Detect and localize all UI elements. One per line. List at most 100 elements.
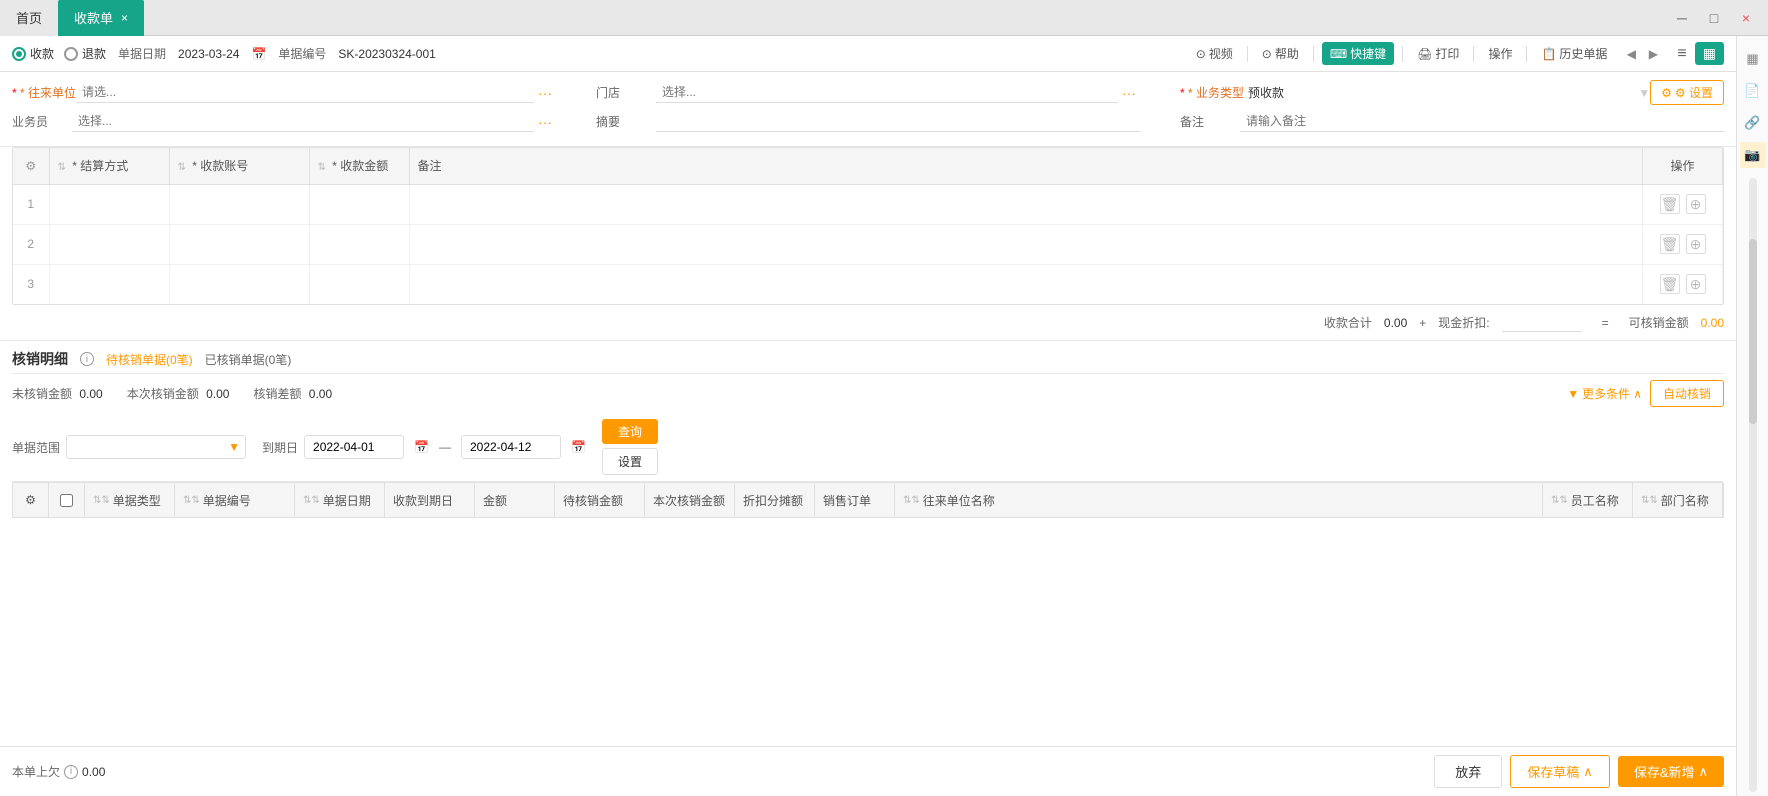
action-btn[interactable]: 操作 [1482, 43, 1518, 64]
table-settings-col[interactable]: ⚙ [13, 148, 49, 184]
col1-label: * 结算方式 [72, 159, 128, 173]
row-3-col3[interactable] [309, 264, 409, 304]
filter-icon: ▼ [1567, 387, 1579, 401]
form-view-btn[interactable]: ▦ [1695, 42, 1724, 65]
save-draft-btn[interactable]: 保存草稿 ∧ [1510, 755, 1610, 788]
col-dept-sort[interactable]: ⇅ [1649, 495, 1657, 506]
query-btn[interactable]: 查询 [602, 419, 658, 444]
save-new-label: 保存&新增 [1634, 762, 1695, 781]
row-1-col2[interactable] [169, 184, 309, 224]
due-date-to-calendar-icon[interactable]: 📅 [571, 440, 586, 454]
rp-photo-icon[interactable]: 📷 [1740, 142, 1766, 168]
summary-input[interactable] [656, 111, 1140, 132]
col-counterparty-sort[interactable]: ⇅ [911, 495, 919, 506]
staff-input[interactable] [72, 111, 534, 132]
filter-settings-btn[interactable]: 设置 [602, 448, 658, 475]
table-row: 1 🗑 ⊕ [13, 184, 1723, 224]
row-2-col2[interactable] [169, 224, 309, 264]
row-1-col1[interactable] [49, 184, 169, 224]
tab-active[interactable]: 收款单 × [58, 0, 144, 36]
row-1-delete-icon[interactable]: 🗑 [1660, 194, 1680, 214]
tab-home[interactable]: 首页 [0, 0, 58, 36]
row-2-col4[interactable] [409, 224, 1643, 264]
rp-table-icon[interactable]: ▦ [1740, 46, 1766, 72]
bottom-info-icon[interactable]: i [64, 765, 78, 779]
table-col1-header: ⇅ * 结算方式 [49, 148, 169, 184]
row-3-delete-icon[interactable]: 🗑 [1660, 274, 1680, 294]
rp-link-icon[interactable]: 🔗 [1740, 110, 1766, 136]
radio-refund[interactable]: 退款 [64, 45, 106, 62]
more-conditions-label: 更多条件 [1582, 385, 1630, 402]
col3-sort-icon[interactable]: ⇅ [318, 162, 326, 173]
help-btn[interactable]: ⊙ 帮助 [1256, 43, 1305, 64]
business-type-dropdown-icon[interactable]: ▼ [1638, 86, 1650, 100]
tab-close-btn[interactable]: × [121, 11, 128, 25]
col-staff-sort[interactable]: ⇅ [1559, 495, 1567, 506]
row-2-col1[interactable] [49, 224, 169, 264]
table-row: 3 🗑 ⊕ [13, 264, 1723, 304]
bt-col-doc-date-label: 单据日期 [323, 492, 371, 509]
store-input[interactable] [656, 82, 1118, 103]
store-more-btn[interactable]: ··· [1118, 85, 1140, 101]
row-3-col1[interactable] [49, 264, 169, 304]
row-3-copy-icon[interactable]: ⊕ [1686, 274, 1706, 294]
minimize-btn[interactable]: ─ [1670, 6, 1694, 30]
current-order-value: 0.00 [82, 765, 105, 779]
due-date-field: 到期日 📅 — 📅 [262, 435, 586, 459]
nav-prev-btn[interactable]: ◀ [1621, 44, 1641, 64]
row-1-col4[interactable] [409, 184, 1643, 224]
row-2-copy-icon[interactable]: ⊕ [1686, 234, 1706, 254]
list-view-btn[interactable]: ≡ [1671, 42, 1692, 65]
hexiao-info-icon[interactable]: i [80, 352, 94, 366]
radio-collect[interactable]: 收款 [12, 45, 54, 62]
print-icon: 🖨 [1417, 47, 1432, 61]
help-label: 帮助 [1275, 45, 1299, 62]
auto-hexiao-btn[interactable]: 自动核销 [1650, 380, 1724, 407]
col-doc-date-sort[interactable]: ⇅ [311, 495, 319, 506]
select-all-checkbox[interactable] [60, 494, 73, 507]
due-date-to-input[interactable] [461, 435, 561, 459]
history-btn[interactable]: 📋 历史单据 [1535, 43, 1613, 64]
discount-input[interactable] [1502, 313, 1582, 332]
save-new-btn[interactable]: 保存&新增 ∧ [1618, 756, 1724, 787]
col-doc-type-sort[interactable]: ⇅ [101, 495, 109, 506]
nav-arrows: ◀ ▶ [1621, 44, 1663, 64]
row-1-col3[interactable] [309, 184, 409, 224]
col1-sort-icon[interactable]: ⇅ [58, 162, 66, 173]
save-new-dropdown-icon[interactable]: ∧ [1698, 764, 1708, 780]
row-3-col4[interactable] [409, 264, 1643, 304]
row-1-copy-icon[interactable]: ⊕ [1686, 194, 1706, 214]
remark-input[interactable] [1240, 111, 1724, 132]
video-btn[interactable]: ⊙ 视频 [1190, 43, 1239, 64]
due-date-from-input[interactable] [304, 435, 404, 459]
due-date-from-calendar-icon[interactable]: 📅 [414, 440, 429, 454]
row-2-col3[interactable] [309, 224, 409, 264]
staff-more-btn[interactable]: ··· [534, 114, 556, 130]
doc-range-select[interactable] [66, 435, 246, 459]
counterparty-more-btn[interactable]: ··· [534, 85, 556, 101]
row-2-delete-icon[interactable]: 🗑 [1660, 234, 1680, 254]
hexiao-pending-tab[interactable]: 待核销单据(0笔) [106, 351, 193, 368]
col2-sort-icon[interactable]: ⇅ [178, 162, 186, 173]
table-section: ⚙ ⇅ * 结算方式 ⇅ * 收款账号 ⇅ * 收款金额 [0, 147, 1736, 305]
hotkey-btn[interactable]: ⌨ 快捷键 [1322, 42, 1394, 65]
maximize-btn[interactable]: □ [1702, 6, 1726, 30]
save-draft-dropdown-icon[interactable]: ∧ [1583, 764, 1593, 780]
discard-btn[interactable]: 放弃 [1434, 755, 1502, 788]
hotkey-label: 快捷键 [1350, 45, 1386, 62]
bt-gear-col[interactable]: ⚙ [13, 483, 49, 517]
rp-scrollbar[interactable] [1749, 178, 1757, 792]
close-btn[interactable]: × [1734, 6, 1758, 30]
form-settings-btn[interactable]: ⚙ ⚙ 设置 [1650, 80, 1724, 105]
counterparty-input[interactable] [76, 82, 534, 103]
print-btn[interactable]: 🖨 打印 [1411, 43, 1465, 64]
rp-doc-icon[interactable]: 📄 [1740, 78, 1766, 104]
bt-col-sales-order-label: 销售订单 [823, 492, 871, 509]
hexiao-done-tab[interactable]: 已核销单据(0笔) [205, 351, 292, 368]
col-doc-no-sort[interactable]: ⇅ [191, 495, 199, 506]
bt-col-due-date-label: 收款到期日 [393, 492, 453, 509]
row-3-col2[interactable] [169, 264, 309, 304]
nav-next-btn[interactable]: ▶ [1643, 44, 1663, 64]
more-conditions-btn[interactable]: ▼ 更多条件 ∧ [1567, 385, 1642, 402]
calendar-icon[interactable]: 📅 [251, 47, 266, 61]
